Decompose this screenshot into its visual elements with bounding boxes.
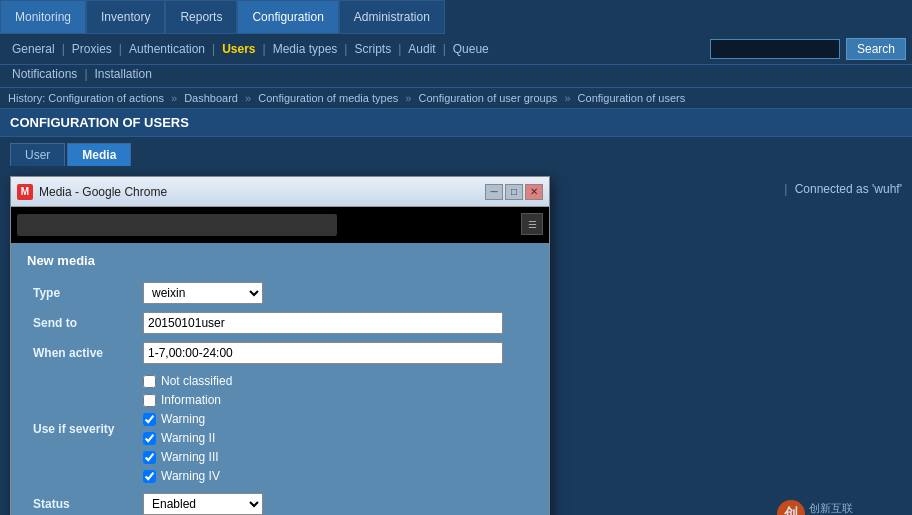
separator-icon: | — [784, 182, 787, 196]
checkbox-warning3[interactable] — [143, 451, 156, 464]
send-to-row: Send to — [27, 308, 533, 338]
top-navigation: Monitoring Inventory Reports Configurati… — [0, 0, 912, 34]
subnav-queue[interactable]: Queue — [447, 40, 495, 58]
sub-navigation: General | Proxies | Authentication | Use… — [0, 34, 912, 65]
status-label: Status — [27, 489, 137, 515]
nav-administration[interactable]: Administration — [339, 0, 445, 34]
nav-configuration[interactable]: Configuration — [237, 0, 338, 34]
dialog-app-icon: M — [17, 184, 33, 200]
tab-user[interactable]: User — [10, 143, 65, 166]
connected-as-label: | Connected as 'wuhf' — [784, 174, 902, 204]
when-active-input[interactable] — [143, 342, 503, 364]
subnav-notifications[interactable]: Notifications — [6, 65, 83, 83]
breadcrumb-dashboard[interactable]: Dashboard — [184, 92, 238, 104]
severity-warning2: Warning II — [143, 431, 527, 445]
type-field-cell: weixin email sms — [137, 278, 533, 308]
breadcrumb-user-groups[interactable]: Configuration of user groups — [419, 92, 558, 104]
media-dialog: M Media - Google Chrome ─ □ ✕ ☰ New medi… — [10, 176, 550, 515]
tabs-row: User Media — [0, 137, 912, 166]
search-input[interactable] — [710, 39, 840, 59]
label-information: Information — [161, 393, 221, 407]
subnav-installation[interactable]: Installation — [89, 65, 158, 83]
main-content: | Connected as 'wuhf' M Media - Google C… — [0, 166, 912, 515]
watermark-logo: 创 — [777, 500, 805, 515]
watermark-text: 创新互联 CHUANG XIN HU LIAN — [809, 501, 904, 515]
checkbox-warning2[interactable] — [143, 432, 156, 445]
label-warning2: Warning II — [161, 431, 215, 445]
severity-warning: Warning — [143, 412, 527, 426]
address-bar-obscured — [17, 214, 337, 236]
close-button[interactable]: ✕ — [525, 184, 543, 200]
subnav-authentication[interactable]: Authentication — [123, 40, 211, 58]
when-active-row: When active — [27, 338, 533, 368]
subnav-general[interactable]: General — [6, 40, 61, 58]
checkbox-warning[interactable] — [143, 413, 156, 426]
breadcrumb-media-types[interactable]: Configuration of media types — [258, 92, 398, 104]
checkbox-not-classified[interactable] — [143, 375, 156, 388]
nav-monitoring[interactable]: Monitoring — [0, 0, 86, 34]
type-row: Type weixin email sms — [27, 278, 533, 308]
breadcrumb-sep3: » — [405, 92, 411, 104]
send-to-input[interactable] — [143, 312, 503, 334]
subnav-audit[interactable]: Audit — [402, 40, 441, 58]
severity-warning4: Warning IV — [143, 469, 527, 483]
subnav-proxies[interactable]: Proxies — [66, 40, 118, 58]
connected-as-text: Connected as 'wuhf' — [795, 182, 902, 196]
search-button[interactable]: Search — [846, 38, 906, 60]
dialog-body: New media Type weixin email sms — [11, 243, 549, 515]
label-warning: Warning — [161, 412, 205, 426]
watermark: 创 创新互联 CHUANG XIN HU LIAN — [777, 500, 904, 515]
status-field-cell: Enabled Disabled — [137, 489, 533, 515]
when-active-label: When active — [27, 338, 137, 368]
label-not-classified: Not classified — [161, 374, 232, 388]
section-title: New media — [27, 253, 533, 268]
breadcrumb-sep1: » — [171, 92, 177, 104]
severity-warning3: Warning III — [143, 450, 527, 464]
browser-menu-icon[interactable]: ☰ — [521, 213, 543, 235]
dialog-title: Media - Google Chrome — [39, 185, 485, 199]
breadcrumb-label: History: — [8, 92, 45, 104]
browser-toolbar: ☰ — [11, 207, 549, 243]
label-warning4: Warning IV — [161, 469, 220, 483]
nav-reports[interactable]: Reports — [165, 0, 237, 34]
severity-not-classified: Not classified — [143, 374, 527, 388]
status-row: Status Enabled Disabled — [27, 489, 533, 515]
subnav-users[interactable]: Users — [216, 40, 261, 58]
breadcrumb-users[interactable]: Configuration of users — [578, 92, 686, 104]
page-title: CONFIGURATION OF USERS — [0, 109, 912, 137]
form-table: Type weixin email sms Send to — [27, 278, 533, 515]
severity-label: Use if severity — [27, 368, 137, 489]
send-to-field-cell — [137, 308, 533, 338]
breadcrumb-sep2: » — [245, 92, 251, 104]
tab-media[interactable]: Media — [67, 143, 131, 166]
type-select[interactable]: weixin email sms — [143, 282, 263, 304]
dialog-controls: ─ □ ✕ — [485, 184, 543, 200]
checkbox-information[interactable] — [143, 394, 156, 407]
severity-information: Information — [143, 393, 527, 407]
breadcrumb-actions[interactable]: Configuration of actions — [48, 92, 164, 104]
minimize-button[interactable]: ─ — [485, 184, 503, 200]
subnav-media-types[interactable]: Media types — [267, 40, 344, 58]
maximize-button[interactable]: □ — [505, 184, 523, 200]
severity-checkboxes: Not classified Information Warning — [137, 368, 533, 489]
label-warning3: Warning III — [161, 450, 219, 464]
breadcrumb: History: Configuration of actions » Dash… — [0, 88, 912, 109]
breadcrumb-sep4: » — [564, 92, 570, 104]
severity-row: Use if severity Not classified Informati… — [27, 368, 533, 489]
type-label: Type — [27, 278, 137, 308]
nav-inventory[interactable]: Inventory — [86, 0, 165, 34]
sub-navigation-row2: Notifications | Installation — [0, 65, 912, 88]
status-select[interactable]: Enabled Disabled — [143, 493, 263, 515]
checkbox-warning4[interactable] — [143, 470, 156, 483]
subnav-scripts[interactable]: Scripts — [348, 40, 397, 58]
when-active-field-cell — [137, 338, 533, 368]
send-to-label: Send to — [27, 308, 137, 338]
watermark-line1: 创新互联 — [809, 501, 904, 515]
severity-group: Not classified Information Warning — [143, 372, 527, 485]
dialog-titlebar: M Media - Google Chrome ─ □ ✕ — [11, 177, 549, 207]
